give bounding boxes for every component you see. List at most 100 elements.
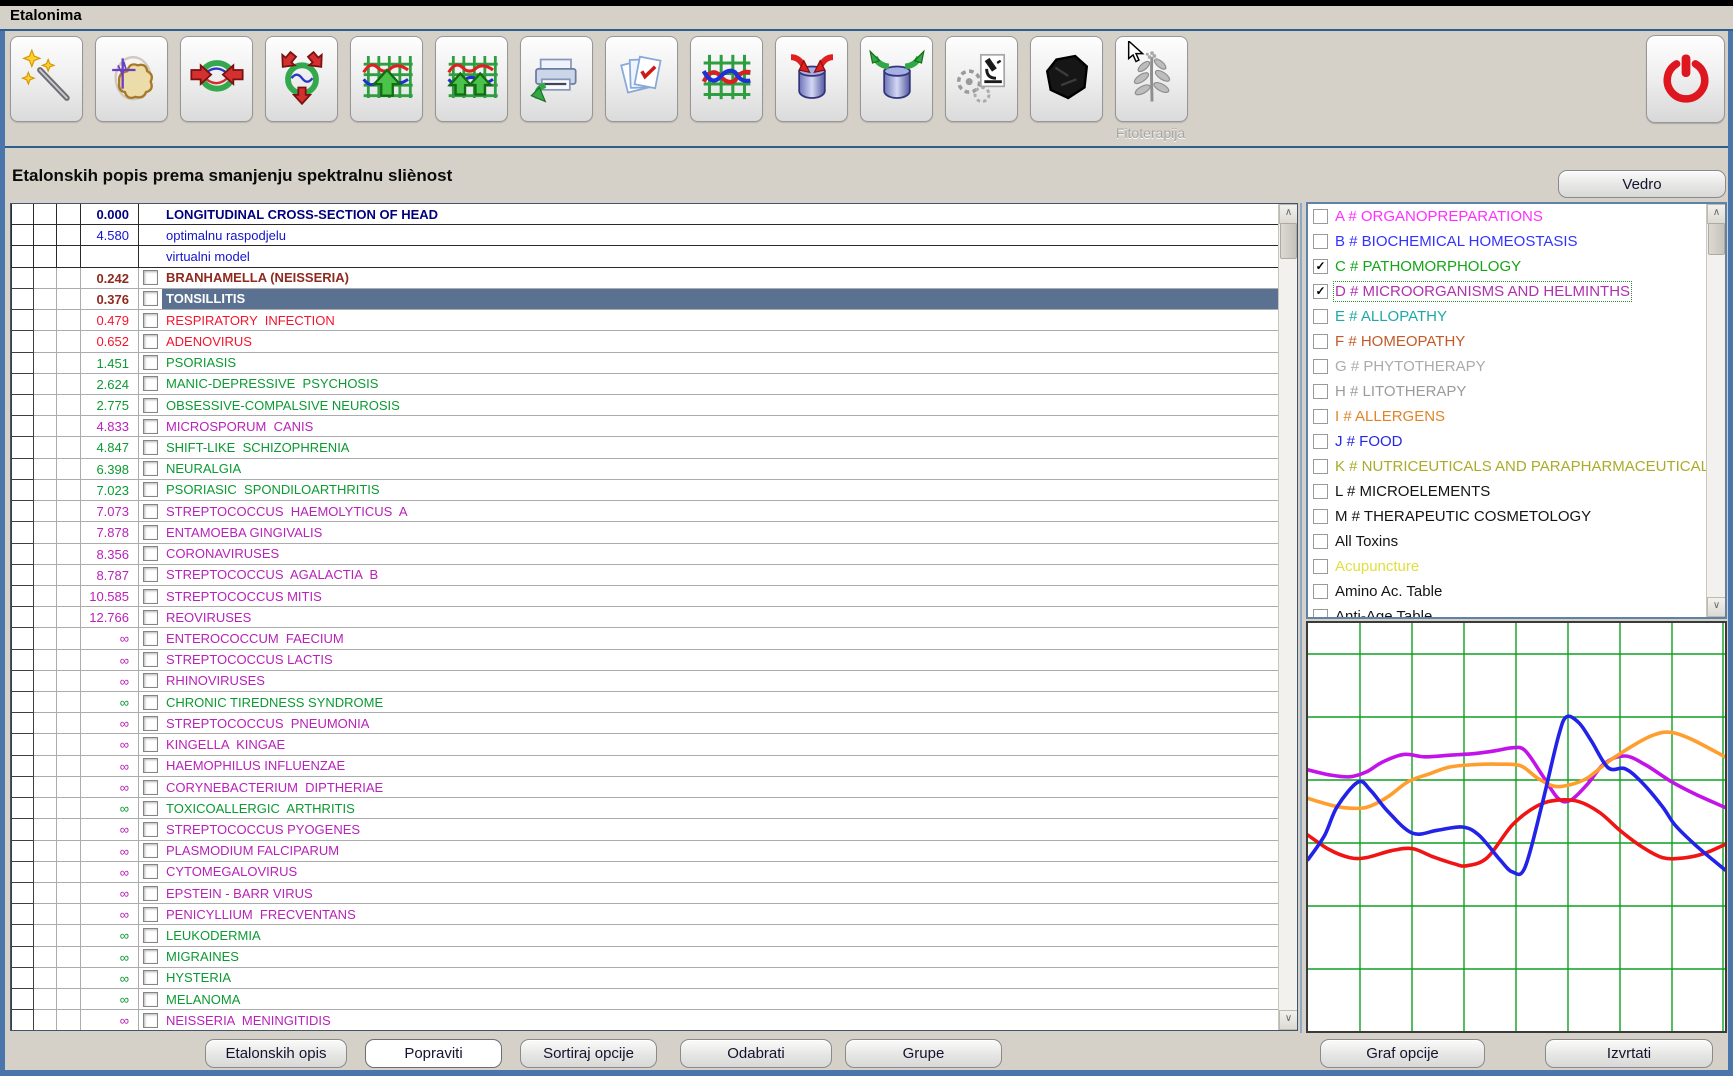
etalon-row[interactable]: ∞ ENTEROCOCCUM FAECIUM — [11, 628, 1280, 650]
split-arrows-button[interactable] — [265, 36, 338, 122]
etalon-row[interactable]: ∞ CHRONIC TIREDNESS SYNDROME — [11, 692, 1280, 714]
etalon-checkbox[interactable] — [143, 652, 158, 668]
coal-filter-button[interactable] — [1030, 36, 1103, 122]
etalon-row[interactable]: 8.356 CORONAVIRUSES — [11, 543, 1280, 565]
etalon-row[interactable]: ∞ EPSTEIN - BARR VIRUS — [11, 883, 1280, 905]
etalon-checkbox[interactable] — [143, 482, 158, 498]
footer-button-odabrati[interactable]: Odabrati — [680, 1039, 832, 1068]
microscope-button[interactable] — [945, 36, 1018, 122]
category-item[interactable]: M # THERAPEUTIC COSMETOLOGY — [1308, 504, 1725, 529]
etalon-row[interactable]: ∞ MELANOMA — [11, 989, 1280, 1011]
category-item[interactable]: Amino Ac. Table — [1308, 579, 1725, 604]
etalon-checkbox[interactable] — [143, 737, 158, 753]
category-item[interactable]: All Toxins — [1308, 529, 1725, 554]
etalon-row[interactable]: ∞ CORYNEBACTERIUM DIPTHERIAE — [11, 776, 1280, 799]
etalon-row[interactable]: ∞ HAEMOPHILUS INFLUENZAE — [11, 755, 1280, 777]
etalon-checkbox[interactable] — [143, 588, 158, 604]
etalon-checkbox[interactable] — [143, 418, 158, 434]
vedro-button[interactable]: Vedro — [1558, 170, 1726, 198]
graph-upload-button[interactable] — [350, 36, 423, 122]
etalon-row[interactable]: ∞ LEUKODERMIA — [11, 925, 1280, 947]
etalon-checkbox[interactable] — [143, 694, 158, 710]
bucket-fill-button[interactable] — [775, 36, 848, 122]
category-scrollbar[interactable]: ∧ ∨ — [1706, 204, 1725, 617]
category-item[interactable]: ✓ D # MICROORGANISMS AND HELMINTHS — [1308, 279, 1725, 304]
etalon-row[interactable]: 2.775 OBSESSIVE-COMPALSIVE NEUROSIS — [11, 394, 1280, 417]
etalon-row[interactable]: virtualni model — [11, 246, 1280, 268]
etalon-row[interactable]: 4.833 MICROSPORUM CANIS — [11, 416, 1280, 438]
category-item[interactable]: J # FOOD — [1308, 429, 1725, 454]
etalon-checkbox[interactable] — [143, 949, 158, 965]
scroll-up-icon[interactable]: ∧ — [1707, 204, 1725, 224]
etalon-row[interactable]: ∞ NEISSERIA MENINGITIDIS — [11, 1010, 1280, 1030]
power-button[interactable] — [1646, 35, 1725, 123]
table-scrollbar[interactable]: ∧ ∨ — [1278, 204, 1297, 1030]
category-scrollbar-thumb[interactable] — [1708, 223, 1725, 255]
category-checkbox[interactable] — [1313, 359, 1328, 374]
etalon-checkbox[interactable] — [143, 355, 158, 371]
footer-button-grupe[interactable]: Grupe — [845, 1039, 1002, 1068]
etalon-checkbox[interactable] — [143, 673, 158, 689]
scroll-down-icon[interactable]: ∨ — [1279, 1010, 1297, 1030]
etalon-checkbox[interactable] — [143, 906, 158, 922]
etalon-row[interactable]: ∞ STREPTOCOCCUS LACTIS — [11, 649, 1280, 671]
category-checkbox[interactable] — [1313, 484, 1328, 499]
etalon-row[interactable]: 6.398 NEURALGIA — [11, 458, 1280, 480]
etalon-checkbox[interactable] — [143, 461, 158, 477]
brain-button[interactable] — [95, 36, 168, 122]
category-checkbox[interactable]: ✓ — [1313, 259, 1328, 274]
etalon-checkbox[interactable] — [143, 291, 158, 307]
etalon-row[interactable]: ∞ TOXICOALLERGIC ARTHRITIS — [11, 798, 1280, 820]
graph-upload-all-button[interactable] — [435, 36, 508, 122]
category-checkbox[interactable] — [1313, 459, 1328, 474]
etalon-row[interactable]: ∞ STREPTOCOCCUS PNEUMONIA — [11, 713, 1280, 735]
etalon-row[interactable]: 7.023 PSORIASIC SPONDILOARTHRITIS — [11, 479, 1280, 502]
etalon-row[interactable]: 4.580 optimalnu raspodjelu — [11, 225, 1280, 247]
etalon-row[interactable]: ∞ STREPTOCOCCUS PYOGENES — [11, 819, 1280, 841]
etalon-row[interactable]: 8.787 STREPTOCOCCUS AGALACTIA B — [11, 564, 1280, 586]
etalon-checkbox[interactable] — [143, 609, 158, 625]
phytotherapy-button[interactable] — [1115, 36, 1188, 122]
category-item[interactable]: ✓ C # PATHOMORPHOLOGY — [1308, 254, 1725, 279]
category-item[interactable]: H # LITOTHERAPY — [1308, 379, 1725, 404]
category-checkbox[interactable]: ✓ — [1313, 284, 1328, 299]
category-item[interactable]: Acupuncture — [1308, 554, 1725, 579]
etalon-checkbox[interactable] — [143, 440, 158, 456]
category-checkbox[interactable] — [1313, 584, 1328, 599]
etalon-checkbox[interactable] — [143, 567, 158, 583]
etalon-checkbox[interactable] — [143, 779, 158, 795]
etalon-row[interactable]: 0.376 TONSILLITIS — [11, 288, 1280, 311]
etalon-checkbox[interactable] — [143, 864, 158, 880]
etalon-checkbox[interactable] — [143, 843, 158, 859]
etalon-checkbox[interactable] — [143, 928, 158, 944]
etalon-checkbox[interactable] — [143, 376, 158, 392]
etalon-row[interactable]: ∞ KINGELLA KINGAE — [11, 734, 1280, 756]
izvrtati-button[interactable]: Izvrtati — [1545, 1039, 1713, 1068]
etalon-checkbox[interactable] — [143, 1012, 158, 1028]
footer-button-popraviti[interactable]: Popraviti — [365, 1039, 502, 1068]
footer-button-sortiraj-opcije[interactable]: Sortiraj opcije — [520, 1039, 657, 1068]
category-item[interactable]: F # HOMEOPATHY — [1308, 329, 1725, 354]
etalon-checkbox[interactable] — [143, 546, 158, 562]
category-checkbox[interactable] — [1313, 409, 1328, 424]
etalon-row[interactable]: 0.242 BRANHAMELLA (NEISSERIA) — [11, 267, 1280, 289]
card-index-button[interactable] — [605, 36, 678, 122]
etalon-checkbox[interactable] — [143, 885, 158, 901]
etalon-checkbox[interactable] — [143, 991, 158, 1007]
table-scrollbar-thumb[interactable] — [1280, 223, 1297, 259]
etalon-row[interactable]: 10.585 STREPTOCOCCUS MITIS — [11, 585, 1280, 608]
scroll-down-icon[interactable]: ∨ — [1707, 597, 1725, 617]
etalon-row[interactable]: 0.000 LONGITUDINAL CROSS-SECTION OF HEAD — [11, 204, 1280, 226]
compare-rings-button[interactable] — [180, 36, 253, 122]
scroll-up-icon[interactable]: ∧ — [1279, 204, 1297, 224]
etalon-row[interactable]: 0.479 RESPIRATORY INFECTION — [11, 310, 1280, 332]
category-checkbox[interactable] — [1313, 334, 1328, 349]
category-item[interactable]: I # ALLERGENS — [1308, 404, 1725, 429]
etalon-checkbox[interactable] — [143, 333, 158, 349]
category-checkbox[interactable] — [1313, 534, 1328, 549]
etalon-row[interactable]: ∞ HYSTERIA — [11, 967, 1280, 990]
etalon-row[interactable]: 4.847 SHIFT-LIKE SCHIZOPHRENIA — [11, 437, 1280, 459]
etalon-checkbox[interactable] — [143, 821, 158, 837]
category-checkbox[interactable] — [1313, 559, 1328, 574]
etalon-checkbox[interactable] — [143, 800, 158, 816]
